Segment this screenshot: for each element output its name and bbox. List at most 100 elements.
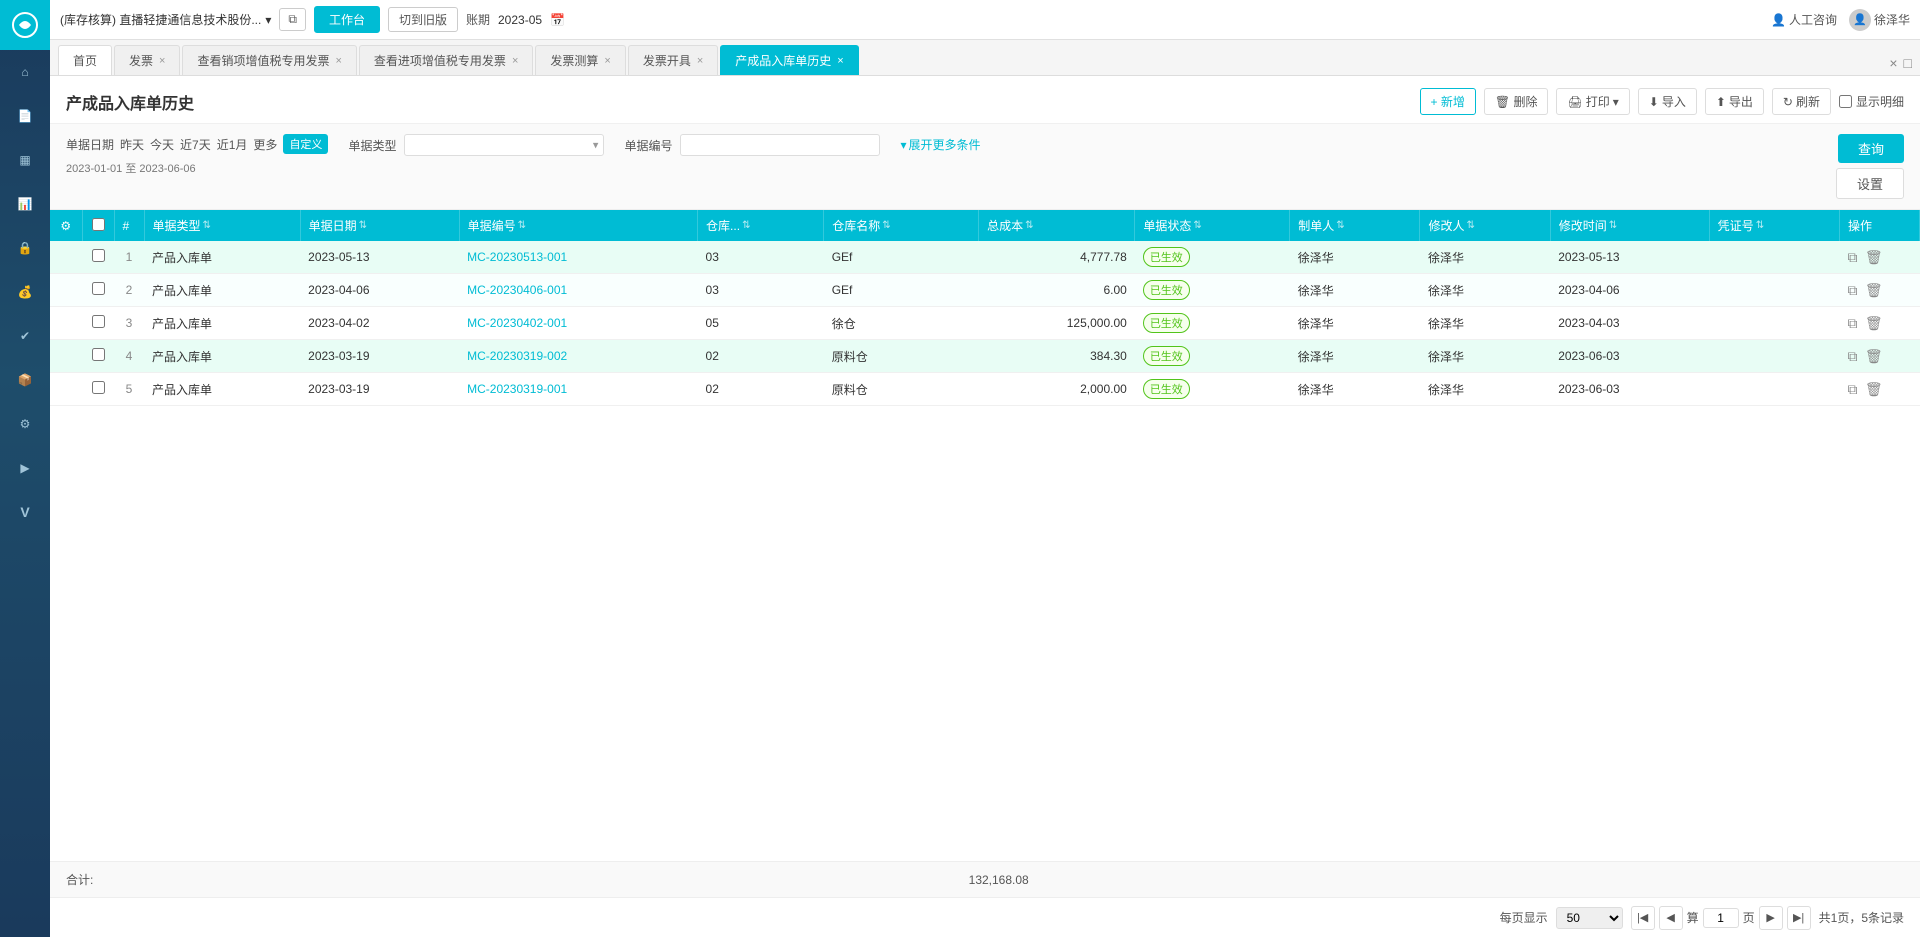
row-checkbox[interactable] [92, 315, 105, 328]
sidebar-item-task[interactable]: ✔ [0, 314, 50, 358]
edit-icon[interactable]: ⧉ [1848, 282, 1858, 298]
col-type[interactable]: 单据类型 [144, 210, 300, 241]
row-checkbox[interactable] [92, 282, 105, 295]
sidebar-item-inventory[interactable]: 📦 [0, 358, 50, 402]
edit-icon[interactable]: ⧉ [1848, 249, 1858, 265]
tab-product-receipt[interactable]: 产成品入库单历史 × [720, 45, 858, 75]
type-select[interactable] [404, 134, 604, 156]
delete-icon[interactable]: 🗑 [1865, 381, 1883, 397]
copy-btn[interactable]: ⧉ [279, 8, 306, 31]
tab-invoice-calc-close[interactable]: × [604, 55, 610, 67]
cell-checkbox[interactable] [82, 241, 114, 274]
doc-number-link[interactable]: MC-20230513-001 [467, 250, 567, 264]
doc-number-link[interactable]: MC-20230402-001 [467, 316, 567, 330]
print-button[interactable]: 🖨 打印 ▾ [1556, 88, 1629, 115]
refresh-button[interactable]: ↻ 刷新 [1772, 88, 1831, 115]
col-warehouse-code[interactable]: 仓库... [698, 210, 824, 241]
delete-icon[interactable]: 🗑 [1865, 249, 1883, 265]
tab-invoice[interactable]: 发票 × [114, 45, 180, 75]
sidebar-item-settings[interactable]: ⚙ [0, 402, 50, 446]
sidebar-item-expense[interactable]: 💰 [0, 270, 50, 314]
import-button[interactable]: ⬇ 导入 [1638, 88, 1697, 115]
delete-icon[interactable]: 🗑 [1865, 315, 1883, 331]
set-button[interactable]: 设置 [1836, 168, 1904, 199]
tab-check-sales-vat[interactable]: 查看销项增值税专用发票 × [182, 45, 356, 75]
sidebar-item-version[interactable]: V [0, 490, 50, 534]
switch-version-button[interactable]: 切到旧版 [388, 7, 458, 32]
select-all-checkbox[interactable] [92, 218, 105, 231]
prev-page-btn[interactable]: ◀ [1659, 906, 1683, 930]
sidebar-item-home[interactable]: ⌂ [0, 50, 50, 94]
app-logo[interactable] [0, 0, 50, 50]
sidebar-item-chart[interactable]: 📊 [0, 182, 50, 226]
edit-icon[interactable]: ⧉ [1848, 315, 1858, 331]
user-avatar[interactable]: 👤 徐泽华 [1849, 9, 1910, 31]
cell-number[interactable]: MC-20230402-001 [459, 307, 697, 340]
col-warehouse-name[interactable]: 仓库名称 [824, 210, 979, 241]
date-shortcut-more[interactable]: 更多 [253, 136, 277, 153]
workbench-button[interactable]: 工作台 [314, 6, 380, 33]
tab-product-receipt-close[interactable]: × [837, 55, 843, 67]
tab-invoice-open[interactable]: 发票开具 × [628, 45, 718, 75]
tab-invoice-calc[interactable]: 发票测算 × [535, 45, 625, 75]
sidebar-item-qrcode[interactable]: ▦ [0, 138, 50, 182]
date-shortcut-7days[interactable]: 近7天 [180, 136, 211, 153]
delete-icon[interactable]: 🗑 [1865, 282, 1883, 298]
new-button[interactable]: + 新增 [1420, 88, 1476, 115]
tab-invoice-open-close[interactable]: × [697, 55, 703, 67]
row-checkbox[interactable] [92, 249, 105, 262]
ai-consult[interactable]: 👤 人工咨询 [1771, 11, 1837, 28]
delete-button[interactable]: 🗑 删除 [1484, 88, 1549, 115]
col-date[interactable]: 单据日期 [300, 210, 459, 241]
window-restore-btn[interactable]: □ [1904, 55, 1912, 71]
cell-checkbox[interactable] [82, 373, 114, 406]
cell-checkbox[interactable] [82, 307, 114, 340]
col-modifier[interactable]: 修改人 [1420, 210, 1550, 241]
cell-number[interactable]: MC-20230406-001 [459, 274, 697, 307]
number-input[interactable] [680, 134, 880, 156]
cell-number[interactable]: MC-20230319-001 [459, 373, 697, 406]
tab-check-input-vat-close[interactable]: × [512, 55, 518, 67]
sidebar-item-lock[interactable]: 🔒 [0, 226, 50, 270]
export-button[interactable]: ⬆ 导出 [1705, 88, 1764, 115]
col-checkbox[interactable] [82, 210, 114, 241]
date-shortcut-1month[interactable]: 近1月 [217, 136, 248, 153]
doc-number-link[interactable]: MC-20230406-001 [467, 283, 567, 297]
edit-icon[interactable]: ⧉ [1848, 348, 1858, 364]
col-number[interactable]: 单据编号 [459, 210, 697, 241]
query-button[interactable]: 查询 [1838, 134, 1904, 163]
sidebar-item-video[interactable]: ▶ [0, 446, 50, 490]
tab-invoice-close[interactable]: × [159, 55, 165, 67]
doc-number-link[interactable]: MC-20230319-001 [467, 382, 567, 396]
doc-number-link[interactable]: MC-20230319-002 [467, 349, 567, 363]
col-voucher[interactable]: 凭证号 [1709, 210, 1839, 241]
edit-icon[interactable]: ⧉ [1848, 381, 1858, 397]
per-page-select[interactable]: 50 100 200 [1556, 907, 1623, 929]
col-total-cost[interactable]: 总成本 [979, 210, 1135, 241]
col-settings[interactable]: ⚙ [50, 210, 82, 241]
company-selector[interactable]: (库存核算) 直播轻捷通信息技术股份... ▾ [60, 11, 271, 28]
delete-icon[interactable]: 🗑 [1865, 348, 1883, 364]
date-shortcut-today[interactable]: 今天 [150, 136, 174, 153]
date-custom-button[interactable]: 自定义 [283, 134, 328, 154]
display-detail-checkbox[interactable] [1839, 95, 1852, 108]
window-close-btn[interactable]: × [1889, 55, 1897, 71]
cell-checkbox[interactable] [82, 274, 114, 307]
page-input[interactable] [1703, 908, 1739, 928]
row-checkbox[interactable] [92, 348, 105, 361]
calendar-icon[interactable]: 📅 [550, 13, 565, 27]
next-page-btn[interactable]: ▶ [1759, 906, 1783, 930]
first-page-btn[interactable]: |◀ [1631, 906, 1655, 930]
col-creator[interactable]: 制单人 [1290, 210, 1420, 241]
row-checkbox[interactable] [92, 381, 105, 394]
date-shortcut-yesterday[interactable]: 昨天 [120, 136, 144, 153]
tab-check-sales-vat-close[interactable]: × [335, 55, 341, 67]
expand-filter-button[interactable]: ▾ 展开更多条件 [900, 136, 980, 153]
col-modify-time[interactable]: 修改时间 [1550, 210, 1709, 241]
tab-check-input-vat[interactable]: 查看进项增值税专用发票 × [359, 45, 533, 75]
cell-checkbox[interactable] [82, 340, 114, 373]
last-page-btn[interactable]: ▶| [1787, 906, 1811, 930]
sidebar-item-documents[interactable]: 📄 [0, 94, 50, 138]
col-status[interactable]: 单据状态 [1135, 210, 1290, 241]
cell-number[interactable]: MC-20230319-002 [459, 340, 697, 373]
